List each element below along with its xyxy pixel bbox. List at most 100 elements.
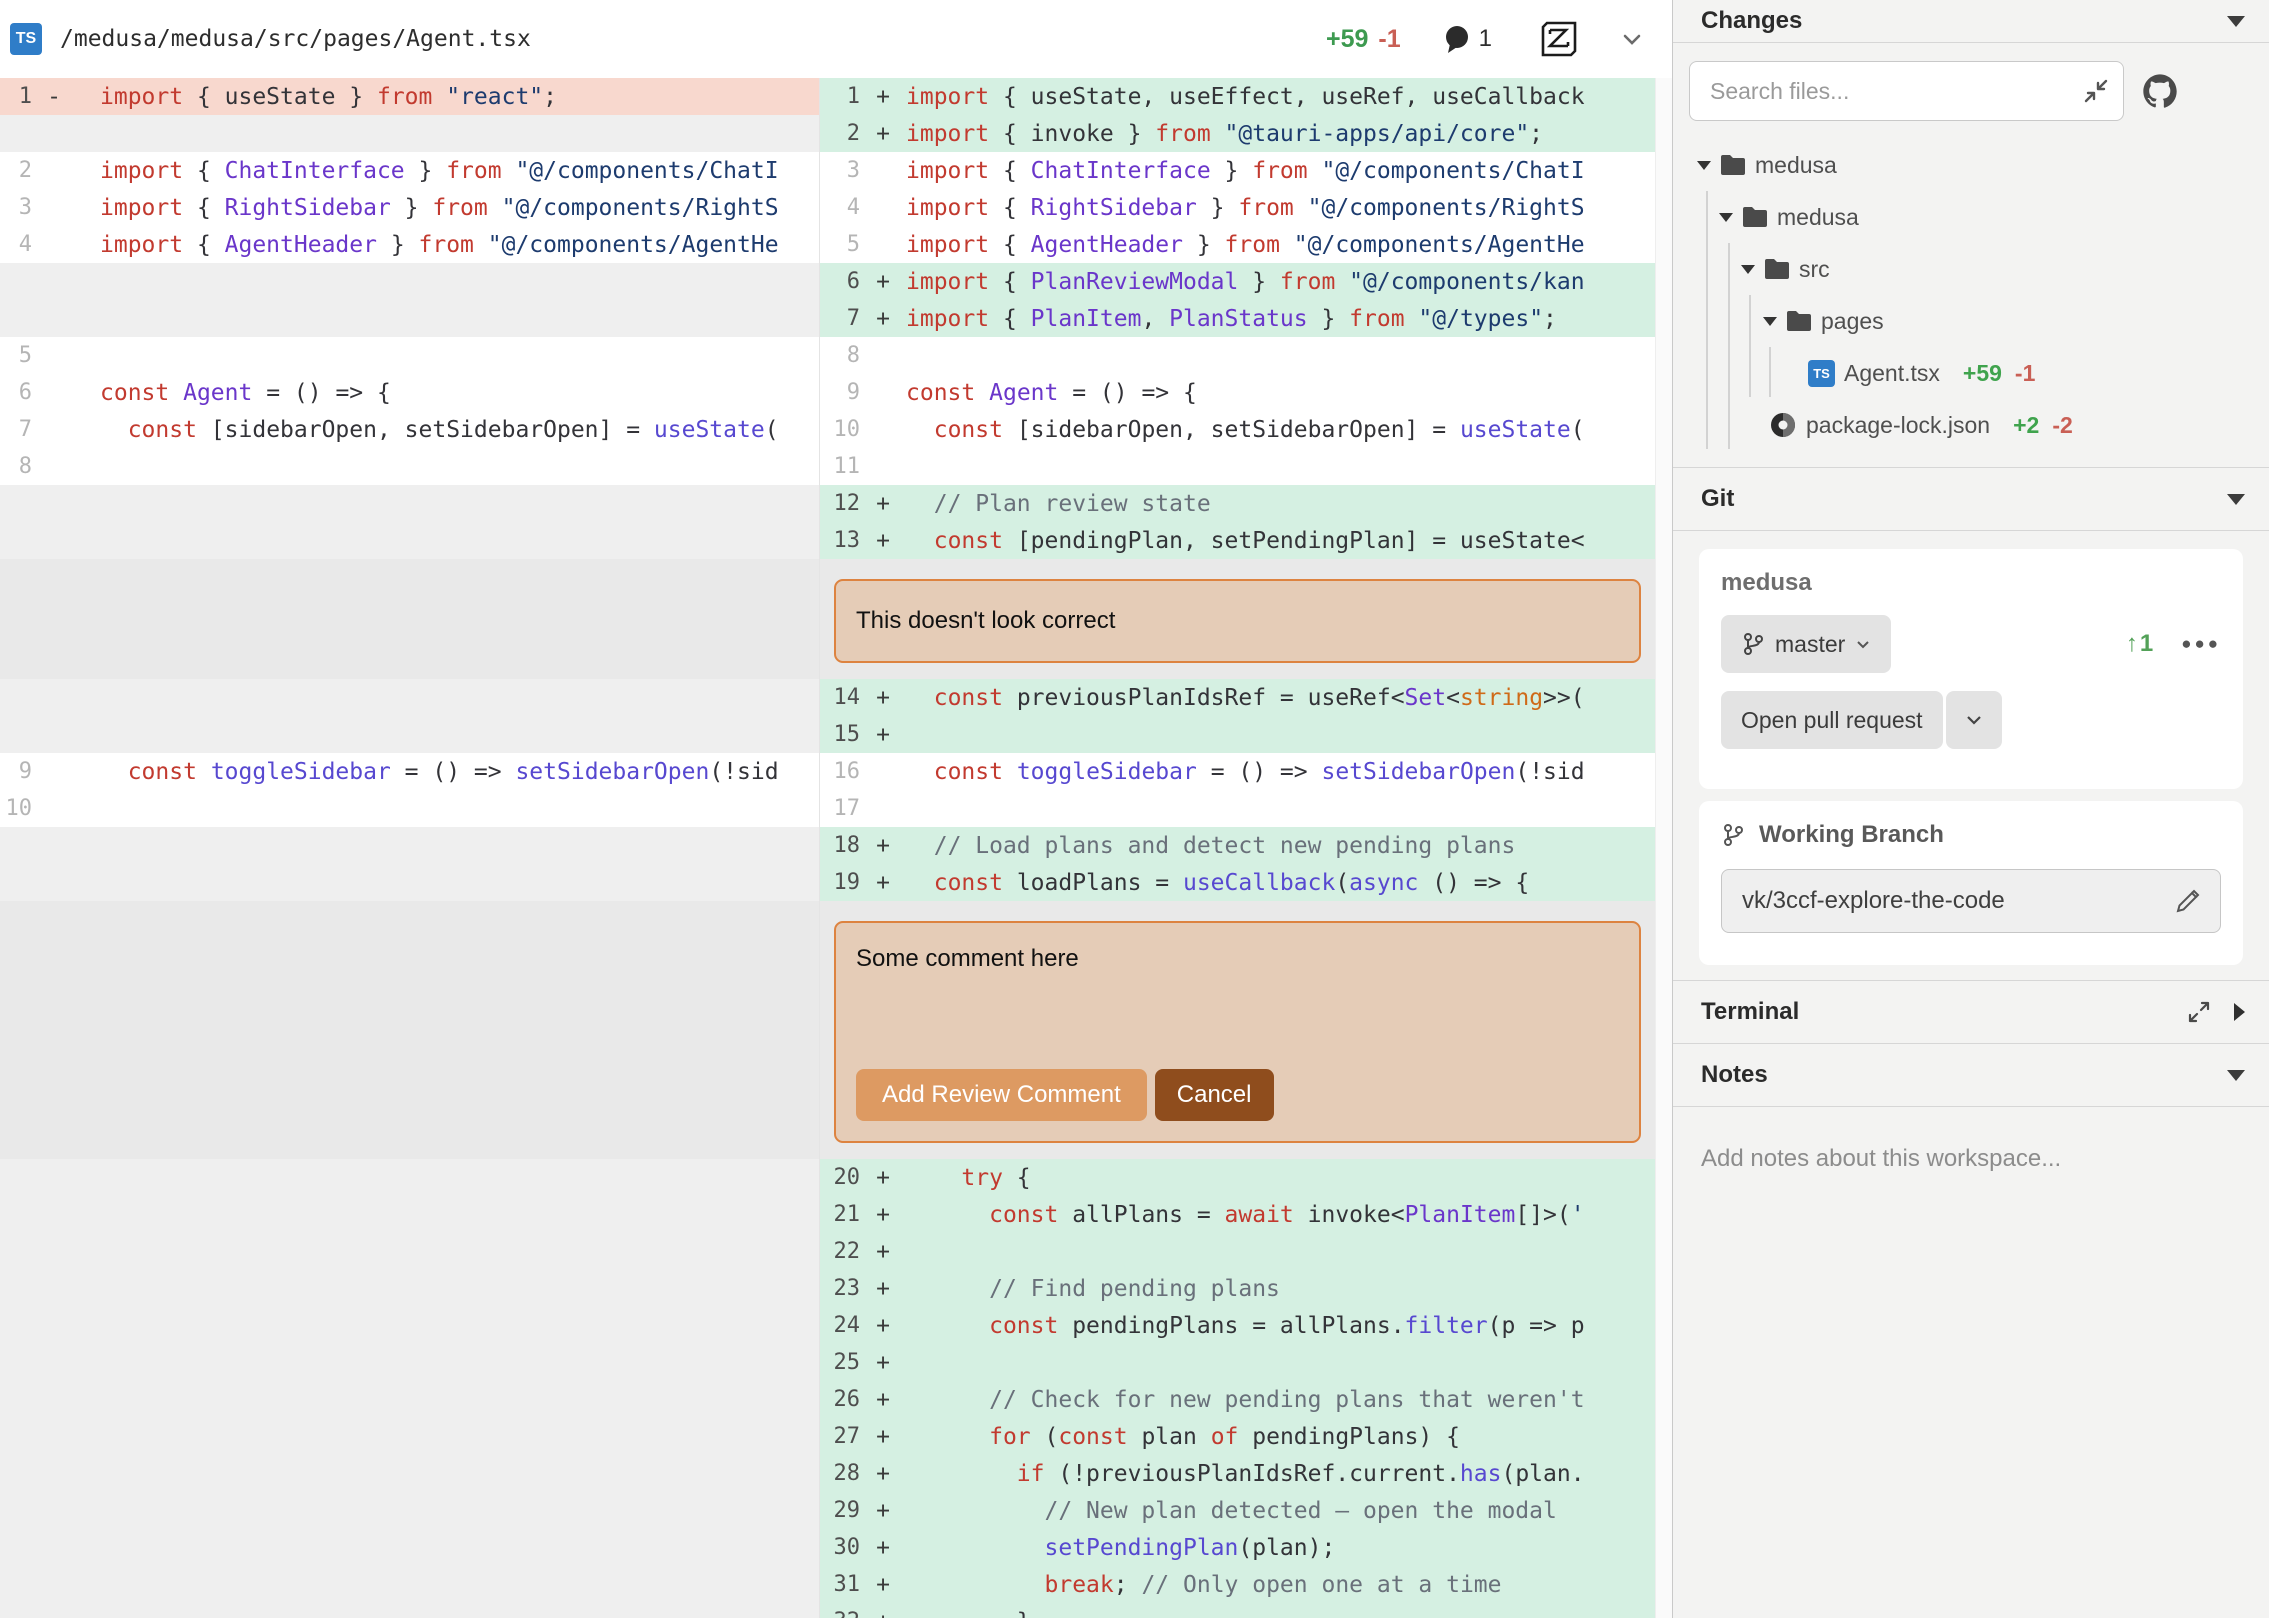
notes-body[interactable]: Add notes about this workspace... [1673, 1107, 2269, 1618]
diff-code-row: 27+ for (const plan of pendingPlans) { [820, 1418, 1655, 1455]
diff-editor: TS /medusa/medusa/src/pages/Agent.tsx +5… [0, 0, 1672, 1618]
line-number: 14 [820, 685, 860, 710]
diff-panes: 1-import { useState } from "react";2impo… [0, 78, 1672, 1618]
zed-logo-icon[interactable] [1536, 16, 1582, 62]
code-text: // Check for new pending plans that were… [906, 1387, 1585, 1413]
diff-filler-row [0, 115, 819, 152]
tree-file-label: Agent.tsx [1844, 360, 1940, 387]
diff-sign: + [860, 491, 906, 517]
github-icon[interactable] [2140, 71, 2180, 111]
diff-sign: + [860, 1165, 906, 1191]
tree-folder-src[interactable]: src [1673, 243, 2269, 295]
line-number: 1 [0, 84, 32, 109]
code-text: if (!previousPlanIdsRef.current.has(plan… [906, 1461, 1585, 1487]
add-review-comment-button[interactable]: Add Review Comment [856, 1069, 1147, 1121]
repo-name: medusa [1721, 569, 2221, 597]
line-number: 4 [0, 232, 32, 257]
diff-filler-row [0, 716, 819, 753]
deletions-count: -1 [1378, 25, 1400, 54]
diff-sign: + [860, 722, 906, 748]
chevron-down-icon[interactable] [2227, 1070, 2245, 1081]
app-window: TS /medusa/medusa/src/pages/Agent.tsx +5… [0, 0, 2269, 1618]
diff-code-row: 1-import { useState } from "react"; [0, 78, 819, 115]
terminal-section-header[interactable]: Terminal [1673, 980, 2269, 1044]
folder-icon [1720, 154, 1746, 176]
collapse-icon[interactable] [2082, 77, 2110, 105]
line-number: 5 [820, 232, 860, 257]
branch-selector[interactable]: master [1721, 615, 1891, 673]
line-number: 10 [0, 796, 32, 821]
diff-file-header: TS /medusa/medusa/src/pages/Agent.tsx +5… [0, 0, 1672, 78]
edit-icon[interactable] [2174, 887, 2202, 915]
open-pull-request-button[interactable]: Open pull request [1721, 691, 1943, 749]
pull-request-dropdown-button[interactable] [1946, 691, 2002, 749]
notes-section-header[interactable]: Notes [1673, 1043, 2269, 1107]
git-title: Git [1701, 485, 1734, 513]
ahead-indicator[interactable]: ↑1 [2126, 630, 2153, 658]
search-row [1673, 43, 2269, 135]
diff-code-row: 8 [820, 337, 1655, 374]
comment-band: Some comment here Add Review CommentCance… [820, 901, 1655, 1159]
code-text: import { useState, useEffect, useRef, us… [906, 84, 1585, 110]
tree-folder-medusa[interactable]: medusa [1673, 139, 2269, 191]
line-number: 28 [820, 1461, 860, 1486]
code-text: const [sidebarOpen, setSidebarOpen] = us… [906, 417, 1585, 443]
tree-folder-pages[interactable]: pages [1673, 295, 2269, 347]
code-text: import { AgentHeader } from "@/component… [906, 232, 1585, 258]
working-branch-card: Working Branch vk/3ccf-explore-the-code [1699, 801, 2243, 965]
diff-code-row: 21+ const allPlans = await invoke<PlanIt… [820, 1196, 1655, 1233]
git-section-header[interactable]: Git [1673, 467, 2269, 531]
tree-file-package-lock[interactable]: package-lock.json +2 -2 [1673, 399, 2269, 451]
chevron-down-icon[interactable] [2227, 16, 2245, 27]
chevron-down-icon [1763, 317, 1777, 326]
review-comment-text: Some comment here [836, 923, 1639, 973]
diff-filler-row [0, 827, 819, 864]
more-options-button[interactable]: ●●● [2181, 634, 2221, 654]
tree-folder-label: src [1799, 256, 1830, 283]
diff-sign: - [32, 84, 76, 110]
line-number: 32 [820, 1609, 860, 1618]
diff-code-row: 3import { ChatInterface } from "@/compon… [820, 152, 1655, 189]
line-number: 25 [820, 1350, 860, 1375]
terminal-title: Terminal [1701, 998, 1799, 1026]
indent-guide [1706, 191, 1708, 449]
changes-section-header[interactable]: Changes [1673, 0, 2269, 43]
indent-guide [1728, 243, 1730, 449]
additions-count: +59 [1326, 25, 1368, 54]
diff-code-row: 29+ // New plan detected — open the moda… [820, 1492, 1655, 1529]
file-deletions: -2 [2052, 412, 2072, 439]
search-files-input[interactable] [1689, 61, 2124, 121]
indent-guide [1769, 347, 1771, 397]
working-branch-input[interactable]: vk/3ccf-explore-the-code [1721, 869, 2221, 933]
line-number: 16 [820, 759, 860, 784]
code-text: try { [906, 1165, 1031, 1191]
diff-pane-old: 1-import { useState } from "react";2impo… [0, 78, 819, 1618]
diff-code-row: 1+import { useState, useEffect, useRef, … [820, 78, 1655, 115]
diff-code-row: 6const Agent = () => { [0, 374, 819, 411]
expand-icon[interactable] [2186, 999, 2212, 1025]
diff-code-row: 25+ [820, 1344, 1655, 1381]
line-number: 27 [820, 1424, 860, 1449]
code-text: import { useState } from "react"; [100, 84, 557, 110]
diff-code-row: 7+import { PlanItem, PlanStatus } from "… [820, 300, 1655, 337]
file-additions: +2 [2013, 412, 2039, 439]
diff-filler-row [0, 522, 819, 559]
diff-sign: + [860, 870, 906, 896]
line-number: 20 [820, 1165, 860, 1190]
tree-file-agent-tsx[interactable]: TS Agent.tsx +59 -1 [1673, 347, 2269, 399]
diff-sign: + [860, 528, 906, 554]
code-text: const toggleSidebar = () => setSidebarOp… [100, 759, 779, 785]
chevron-down-icon[interactable] [2227, 494, 2245, 505]
cancel-button[interactable]: Cancel [1155, 1069, 1274, 1121]
diff-scrollbar[interactable] [1655, 78, 1672, 1618]
diff-filler-row [0, 263, 819, 300]
diff-code-row: 2+import { invoke } from "@tauri-apps/ap… [820, 115, 1655, 152]
diff-code-row: 19+ const loadPlans = useCallback(async … [820, 864, 1655, 901]
comments-indicator[interactable]: 1 [1441, 23, 1492, 55]
indent-guide [1749, 295, 1751, 397]
chevron-right-icon[interactable] [2234, 1003, 2245, 1021]
diff-filler-row [0, 679, 819, 716]
code-text: // Find pending plans [906, 1276, 1280, 1302]
tree-folder-medusa-inner[interactable]: medusa [1673, 191, 2269, 243]
chevron-down-icon[interactable] [1618, 25, 1646, 53]
